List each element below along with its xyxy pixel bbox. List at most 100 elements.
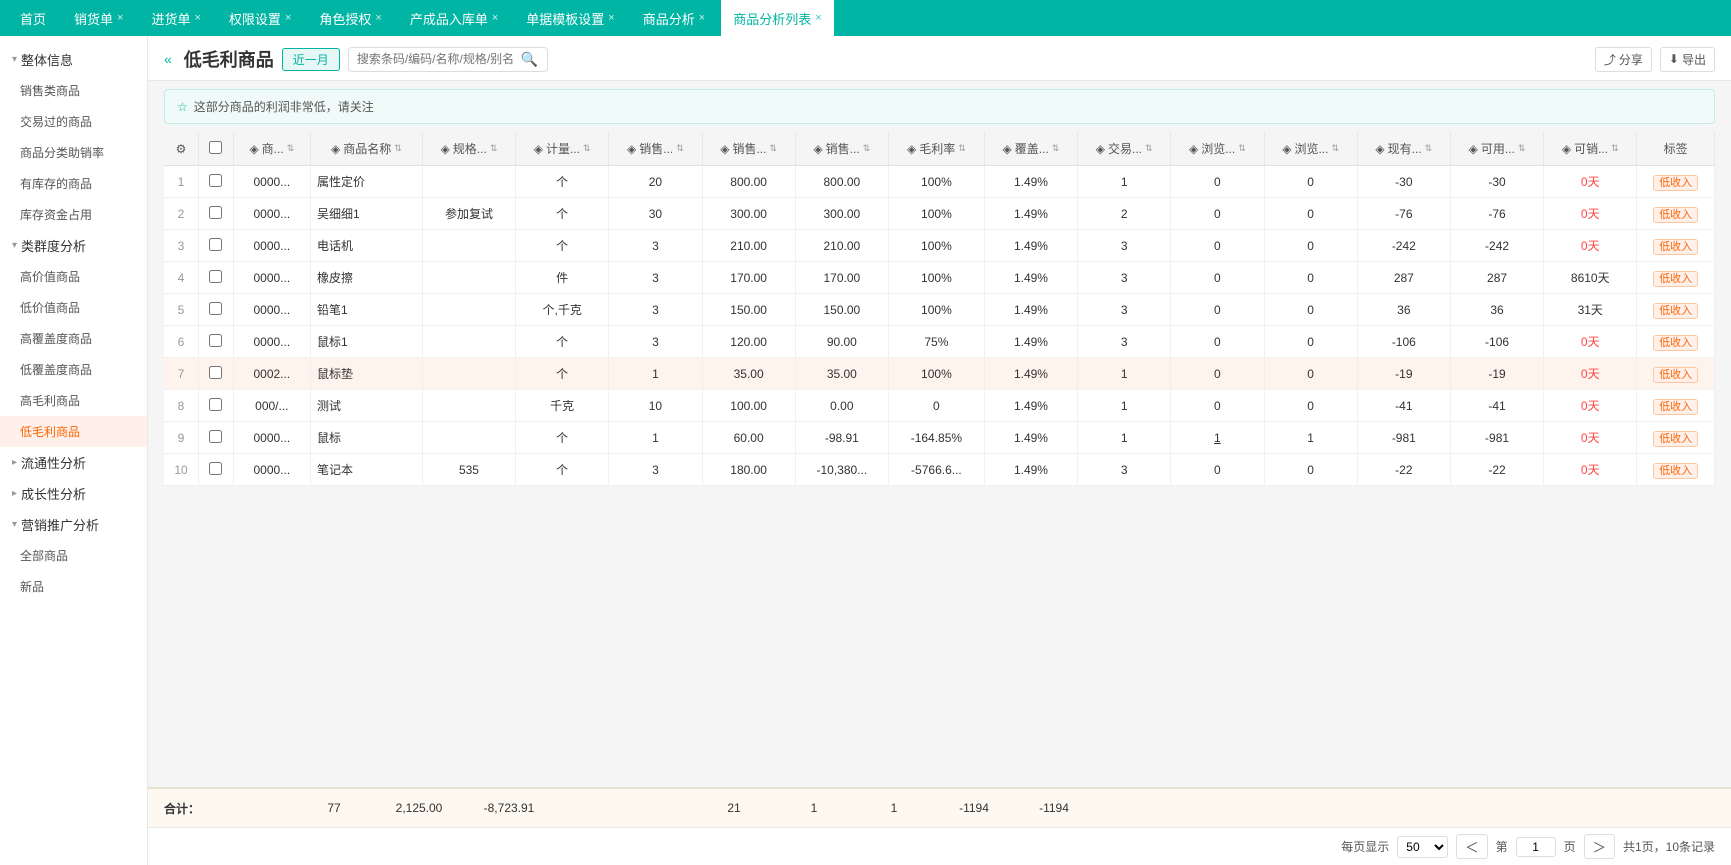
cell-checkbox[interactable] <box>199 166 234 198</box>
sidebar-item-high-margin[interactable]: 高毛利商品 <box>0 385 147 416</box>
row-checkbox[interactable] <box>209 398 222 411</box>
cell-coverage: 1.49% <box>984 166 1077 198</box>
sidebar-item-stock-goods[interactable]: 有库存的商品 <box>0 168 147 199</box>
nav-close-analysis-list[interactable]: × <box>815 12 821 24</box>
cell-unit: 千克 <box>516 390 609 422</box>
cell-browse1[interactable]: 0 <box>1171 262 1264 294</box>
nav-close-role[interactable]: × <box>375 12 381 24</box>
cell-browse1[interactable]: 0 <box>1171 198 1264 230</box>
sidebar-item-high-coverage[interactable]: 高覆盖度商品 <box>0 323 147 354</box>
row-checkbox[interactable] <box>209 238 222 251</box>
cell-browse1[interactable]: 0 <box>1171 294 1264 326</box>
page-suffix: 页 <box>1564 838 1576 855</box>
filter-recent-month-btn[interactable]: 近一月 <box>282 48 340 71</box>
sidebar-group-marketing[interactable]: ▾ 营销推广分析 <box>0 509 147 540</box>
notice-text: 这部分商品的利润非常低，请关注 <box>194 98 374 115</box>
cell-browse1[interactable]: 0 <box>1171 230 1264 262</box>
nav-sales-order[interactable]: 销货单 × <box>62 0 135 36</box>
cell-name: 电话机 <box>310 230 422 262</box>
sidebar-item-new-goods[interactable]: 新品 <box>0 571 147 602</box>
cell-num: 4 <box>164 262 199 294</box>
cell-browse1[interactable]: 0 <box>1171 454 1264 486</box>
collapse-sidebar-btn[interactable]: « <box>164 51 172 67</box>
cell-coverage: 1.49% <box>984 326 1077 358</box>
cell-checkbox[interactable] <box>199 262 234 294</box>
col-checkbox[interactable] <box>199 132 234 166</box>
search-input[interactable] <box>357 52 517 66</box>
cell-checkbox[interactable] <box>199 294 234 326</box>
col-code: ◈ 商...⇅ <box>233 132 310 166</box>
sidebar-item-category-rate[interactable]: 商品分类助销率 <box>0 137 147 168</box>
prev-page-btn[interactable]: ＜ <box>1456 834 1487 859</box>
sidebar-item-low-coverage[interactable]: 低覆盖度商品 <box>0 354 147 385</box>
cell-sale-qty: 3 <box>609 454 702 486</box>
cell-browse1[interactable]: 0 <box>1171 326 1264 358</box>
cell-browse1[interactable]: 0 <box>1171 166 1264 198</box>
nav-template-setting[interactable]: 单据模板设置 × <box>514 0 626 36</box>
nav-close-template[interactable]: × <box>608 12 614 24</box>
next-page-btn[interactable]: ＞ <box>1584 834 1615 859</box>
nav-purchase-order[interactable]: 进货单 × <box>139 0 212 36</box>
cell-checkbox[interactable] <box>199 454 234 486</box>
share-btn[interactable]: ⤴ 分享 <box>1595 47 1652 72</box>
cell-browse1[interactable]: 0 <box>1171 358 1264 390</box>
sidebar-item-all-goods[interactable]: 全部商品 <box>0 540 147 571</box>
cell-browse1[interactable]: 0 <box>1171 390 1264 422</box>
row-checkbox[interactable] <box>209 462 222 475</box>
export-btn[interactable]: ⬇ 导出 <box>1660 47 1715 72</box>
sidebar-item-high-value[interactable]: 高价值商品 <box>0 261 147 292</box>
nav-close-product[interactable]: × <box>492 12 498 24</box>
cell-num: 5 <box>164 294 199 326</box>
nav-home[interactable]: 首页 <box>8 0 58 36</box>
row-checkbox[interactable] <box>209 270 222 283</box>
sidebar-item-sales-goods[interactable]: 销售类商品 <box>0 75 147 106</box>
nav-permission-setting[interactable]: 权限设置 × <box>217 0 303 36</box>
sidebar-item-low-value[interactable]: 低价值商品 <box>0 292 147 323</box>
nav-product-entry[interactable]: 产成品入库单 × <box>398 0 510 36</box>
sidebar-group-cluster[interactable]: ▾ 类群度分析 <box>0 230 147 261</box>
cell-available: 287 <box>1450 262 1543 294</box>
row-checkbox[interactable] <box>209 430 222 443</box>
page-size-select[interactable]: 50 100 200 <box>1397 836 1448 858</box>
cell-checkbox[interactable] <box>199 198 234 230</box>
cell-browse1[interactable]: 1 <box>1171 422 1264 454</box>
cell-checkbox[interactable] <box>199 358 234 390</box>
sidebar-group-flow[interactable]: ▸ 流通性分析 <box>0 447 147 478</box>
cell-checkbox[interactable] <box>199 230 234 262</box>
sidebar-item-low-margin[interactable]: 低毛利商品 <box>0 416 147 447</box>
sidebar-group-growth[interactable]: ▸ 成长性分析 <box>0 478 147 509</box>
table-row: 7 0002... 鼠标垫 个 1 35.00 35.00 100% 1.49%… <box>164 358 1715 390</box>
nav-close-analysis[interactable]: × <box>699 12 705 24</box>
nav-close-purchase[interactable]: × <box>194 12 200 24</box>
cell-browse2: 0 <box>1264 294 1357 326</box>
sidebar-item-traded-goods[interactable]: 交易过的商品 <box>0 106 147 137</box>
select-all-checkbox[interactable] <box>209 141 222 154</box>
cell-checkbox[interactable] <box>199 390 234 422</box>
nav-close-permission[interactable]: × <box>285 12 291 24</box>
tag-badge: 低收入 <box>1653 335 1698 351</box>
cell-available: -19 <box>1450 358 1543 390</box>
row-checkbox[interactable] <box>209 302 222 315</box>
page-input[interactable] <box>1516 837 1556 857</box>
cell-checkbox[interactable] <box>199 326 234 358</box>
cell-checkbox[interactable] <box>199 422 234 454</box>
nav-close-sales[interactable]: × <box>117 12 123 24</box>
row-checkbox[interactable] <box>209 334 222 347</box>
row-checkbox[interactable] <box>209 206 222 219</box>
nav-goods-analysis[interactable]: 商品分析 × <box>631 0 717 36</box>
cell-code: 0000... <box>233 454 310 486</box>
search-icon[interactable]: 🔍 <box>521 51 538 68</box>
nav-goods-analysis-list[interactable]: 商品分析列表 × <box>721 0 833 36</box>
cell-tag: 低收入 <box>1637 230 1715 262</box>
header-actions: ⤴ 分享 ⬇ 导出 <box>1595 47 1715 72</box>
browse-link[interactable]: 1 <box>1214 431 1221 445</box>
col-settings[interactable]: ⚙ <box>164 132 199 166</box>
sidebar-item-stock-capital[interactable]: 库存资金占用 <box>0 199 147 230</box>
row-checkbox[interactable] <box>209 366 222 379</box>
cell-spec <box>422 262 515 294</box>
row-checkbox[interactable] <box>209 174 222 187</box>
table-container[interactable]: ⚙ ◈ 商...⇅ ◈ 商品名称⇅ ◈ 规格...⇅ ◈ 计量...⇅ ◈ 销售… <box>164 132 1715 787</box>
nav-role-auth[interactable]: 角色授权 × <box>307 0 393 36</box>
col-tag: 标签 <box>1637 132 1715 166</box>
sidebar-group-overall[interactable]: ▾ 整体信息 <box>0 44 147 75</box>
